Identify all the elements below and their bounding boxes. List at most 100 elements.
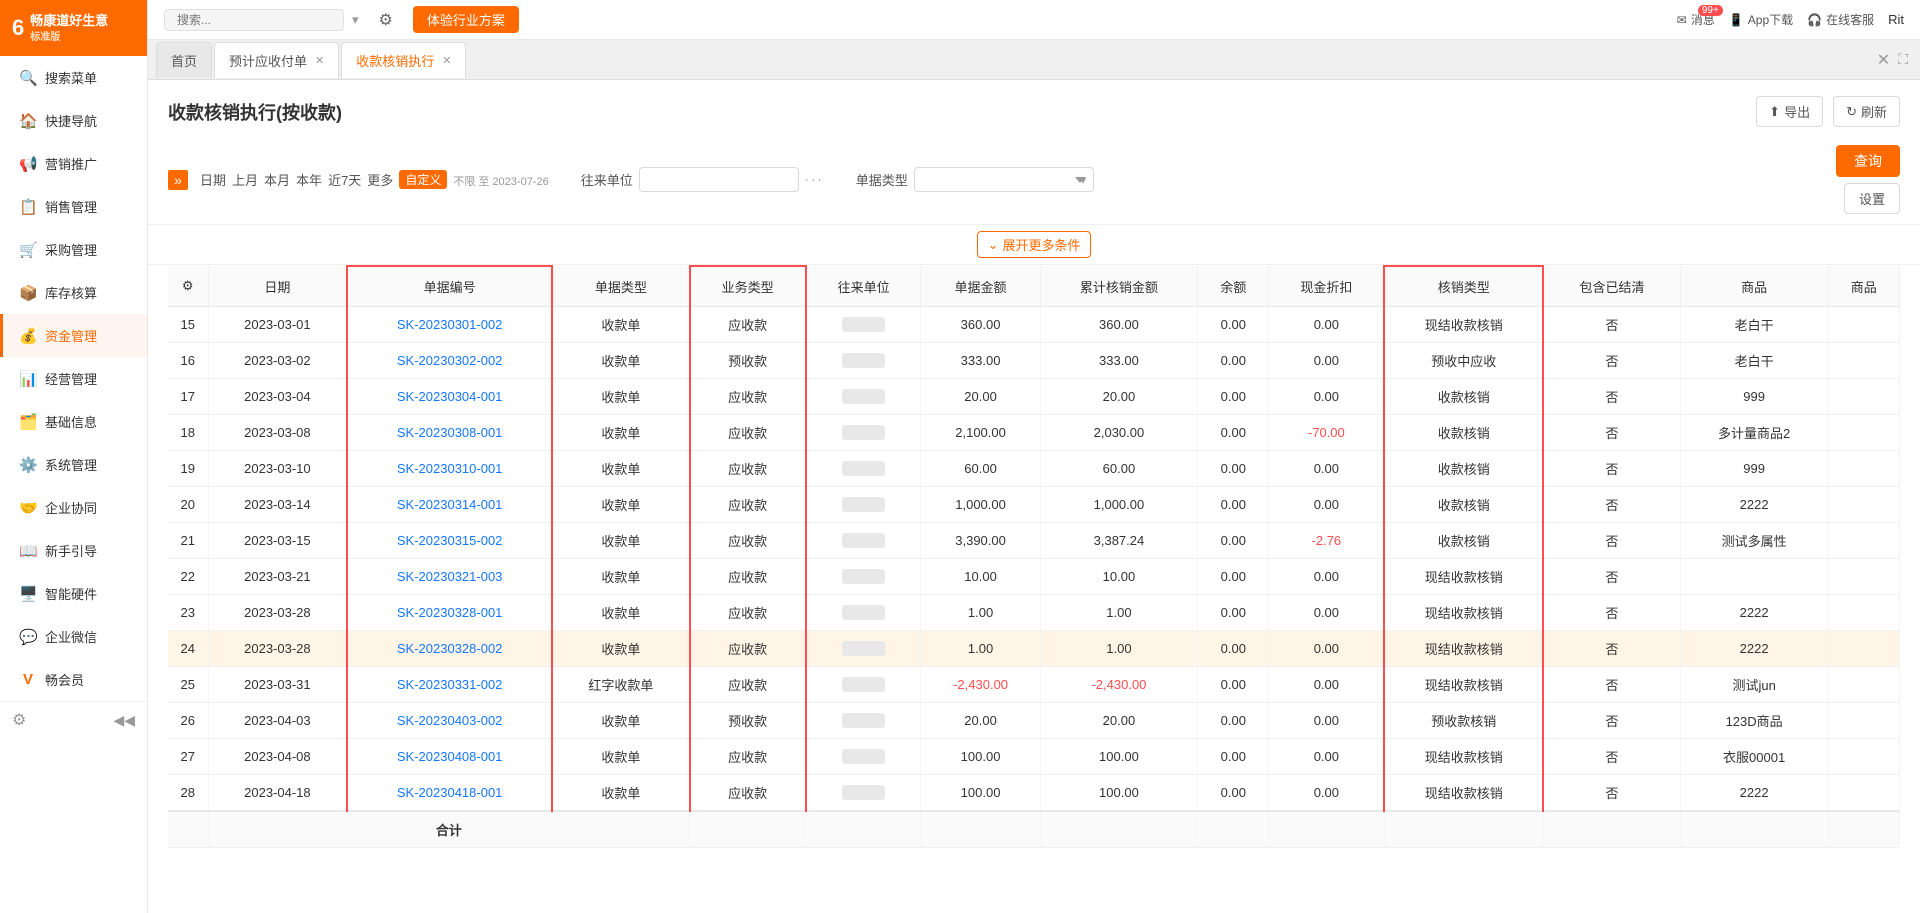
industry-btn[interactable]: 体验行业方案 <box>413 6 519 33</box>
cell-include-settled: 否 <box>1543 307 1680 343</box>
voucher-no-link[interactable]: SK-20230302-002 <box>397 353 503 368</box>
sidebar-item-inventory[interactable]: 📦 库存核算 <box>0 271 147 314</box>
export-button[interactable]: ⬆ 导出 <box>1756 96 1823 127</box>
th-biz-type[interactable]: 业务类型 <box>690 266 806 307</box>
filter-voucher-type-select[interactable] <box>914 167 1094 192</box>
topbar-search-input[interactable] <box>164 9 344 31</box>
voucher-no-link[interactable]: SK-20230328-001 <box>397 605 503 620</box>
cell-biz-type: 应收款 <box>690 487 806 523</box>
cell-verified-amount: 10.00 <box>1040 559 1198 595</box>
sidebar-item-purchase[interactable]: 🛒 采购管理 <box>0 228 147 271</box>
sidebar-item-member[interactable]: V 畅会员 <box>0 658 147 701</box>
sidebar-item-basic-info[interactable]: 🗂️ 基础信息 <box>0 400 147 443</box>
filter-date-7days[interactable]: 近7天 <box>328 170 361 189</box>
cell-goods: 123D商品 <box>1680 703 1828 739</box>
sidebar-item-quick-nav[interactable]: 🏠 快捷导航 <box>0 99 147 142</box>
th-amount[interactable]: 单据金额 <box>921 266 1040 307</box>
voucher-no-link[interactable]: SK-20230408-001 <box>397 749 503 764</box>
cell-amount: 360.00 <box>921 307 1040 343</box>
sidebar-item-funds[interactable]: 💰 资金管理 <box>0 314 147 357</box>
cell-include-settled: 否 <box>1543 703 1680 739</box>
filter-date-this-month[interactable]: 本月 <box>264 170 290 189</box>
voucher-no-link[interactable]: SK-20230301-002 <box>397 317 503 332</box>
online-service-label: 在线客服 <box>1826 11 1874 28</box>
th-balance[interactable]: 余额 <box>1198 266 1269 307</box>
voucher-no-link[interactable]: SK-20230418-001 <box>397 785 503 800</box>
th-partner[interactable]: 往来单位 <box>806 266 921 307</box>
cell-date: 2023-03-28 <box>208 631 347 667</box>
tab-close-all-icon[interactable]: ✕ <box>1877 50 1890 70</box>
tab-home[interactable]: 首页 <box>156 42 212 78</box>
refresh-button[interactable]: ↻ 刷新 <box>1833 96 1900 127</box>
query-button[interactable]: 查询 <box>1836 145 1900 177</box>
voucher-no-link[interactable]: SK-20230328-002 <box>397 641 503 656</box>
sidebar-item-operations[interactable]: 📊 经营管理 <box>0 357 147 400</box>
voucher-no-link[interactable]: SK-20230310-001 <box>397 461 503 476</box>
voucher-no-link[interactable]: SK-20230304-001 <box>397 389 503 404</box>
voucher-no-link[interactable]: SK-20230315-002 <box>397 533 503 548</box>
sidebar-item-system[interactable]: ⚙️ 系统管理 <box>0 443 147 486</box>
voucher-no-link[interactable]: SK-20230314-001 <box>397 497 503 512</box>
filter-toggle-btn[interactable]: » <box>168 170 188 190</box>
voucher-no-link[interactable]: SK-20230308-001 <box>397 425 503 440</box>
cell-goods <box>1680 559 1828 595</box>
th-verify-type[interactable]: 核销类型 <box>1384 266 1543 307</box>
filter-dots[interactable]: ··· <box>805 172 824 187</box>
tab-pre-payment-close[interactable]: ✕ <box>315 54 324 67</box>
filter-partner-input[interactable] <box>639 167 799 192</box>
sidebar-item-wechat[interactable]: 💬 企业微信 <box>0 615 147 658</box>
th-include-settled[interactable]: 包含已结清 <box>1543 266 1680 307</box>
cell-voucher-type: 收款单 <box>552 775 690 812</box>
table-row: 16 2023-03-02 SK-20230302-002 收款单 预收款 33… <box>168 343 1900 379</box>
cell-voucher-no: SK-20230301-002 <box>347 307 552 343</box>
th-voucher-type[interactable]: 单据类型 <box>552 266 690 307</box>
topbar-icons: ✉ 消息 99+ 📱 App下载 🎧 在线客服 Rit <box>1677 11 1904 28</box>
cell-goods2 <box>1828 415 1899 451</box>
th-goods2[interactable]: 商品 <box>1828 266 1899 307</box>
cell-partner <box>806 667 921 703</box>
th-voucher-no[interactable]: 单据编号 <box>347 266 552 307</box>
voucher-no-link[interactable]: SK-20230331-002 <box>397 677 503 692</box>
sidebar-item-search[interactable]: 🔍 搜索菜单 <box>0 56 147 99</box>
sidebar-item-sales[interactable]: 📋 销售管理 <box>0 185 147 228</box>
th-goods[interactable]: 商品 <box>1680 266 1828 307</box>
cell-verified-amount: 2,030.00 <box>1040 415 1198 451</box>
sidebar-item-guide[interactable]: 📖 新手引导 <box>0 529 147 572</box>
message-icon-item[interactable]: ✉ 消息 99+ <box>1677 11 1715 28</box>
th-settings[interactable]: ⚙ <box>168 266 208 307</box>
filter-date-this-year[interactable]: 本年 <box>296 170 322 189</box>
app-download-item[interactable]: 📱 App下载 <box>1729 11 1793 28</box>
th-cash-discount[interactable]: 现金折扣 <box>1269 266 1384 307</box>
sales-icon: 📋 <box>19 198 37 216</box>
cell-voucher-no: SK-20230403-002 <box>347 703 552 739</box>
tab-maximize-icon[interactable]: ⛶ <box>1898 51 1908 68</box>
online-service-item[interactable]: 🎧 在线客服 <box>1807 11 1874 28</box>
cell-voucher-type: 收款单 <box>552 523 690 559</box>
cell-goods2 <box>1828 775 1899 812</box>
sidebar-item-enterprise[interactable]: 🤝 企业协同 <box>0 486 147 529</box>
topbar-gear-button[interactable]: ⚙ <box>367 5 405 35</box>
th-verified-amount[interactable]: 累计核销金额 <box>1040 266 1198 307</box>
cell-balance: 0.00 <box>1198 307 1269 343</box>
cell-voucher-type: 收款单 <box>552 451 690 487</box>
voucher-no-link[interactable]: SK-20230403-002 <box>397 713 503 728</box>
cell-verified-amount: 20.00 <box>1040 379 1198 415</box>
collapse-icon[interactable]: ◀◀ <box>113 712 135 729</box>
filter-date-more[interactable]: 更多 <box>367 170 393 189</box>
tab-payment-exec[interactable]: 收款核销执行 ✕ <box>341 42 466 78</box>
user-name-item[interactable]: Rit <box>1888 12 1904 27</box>
expand-more-btn[interactable]: ⌄ 展开更多条件 <box>977 231 1092 258</box>
filter-date-custom[interactable]: 自定义 <box>399 170 447 189</box>
filter-settings-button[interactable]: 设置 <box>1844 183 1900 214</box>
filter-date-prev-month[interactable]: 上月 <box>232 170 258 189</box>
settings-icon[interactable]: ⚙ <box>12 710 26 730</box>
table-wrapper[interactable]: ⚙ 日期 单据编号 单据类型 业务类型 往来单位 单据金额 累计核销金额 余额 … <box>148 265 1920 913</box>
tab-pre-payment[interactable]: 预计应收付单 ✕ <box>214 42 339 78</box>
th-date[interactable]: 日期 <box>208 266 347 307</box>
sidebar-item-hardware[interactable]: 🖥️ 智能硬件 <box>0 572 147 615</box>
sidebar-item-marketing[interactable]: 📢 营销推广 <box>0 142 147 185</box>
cell-amount: 1.00 <box>921 631 1040 667</box>
tab-payment-exec-close[interactable]: ✕ <box>442 54 451 67</box>
topbar-dropdown-icon[interactable]: ▾ <box>352 12 359 28</box>
voucher-no-link[interactable]: SK-20230321-003 <box>397 569 503 584</box>
